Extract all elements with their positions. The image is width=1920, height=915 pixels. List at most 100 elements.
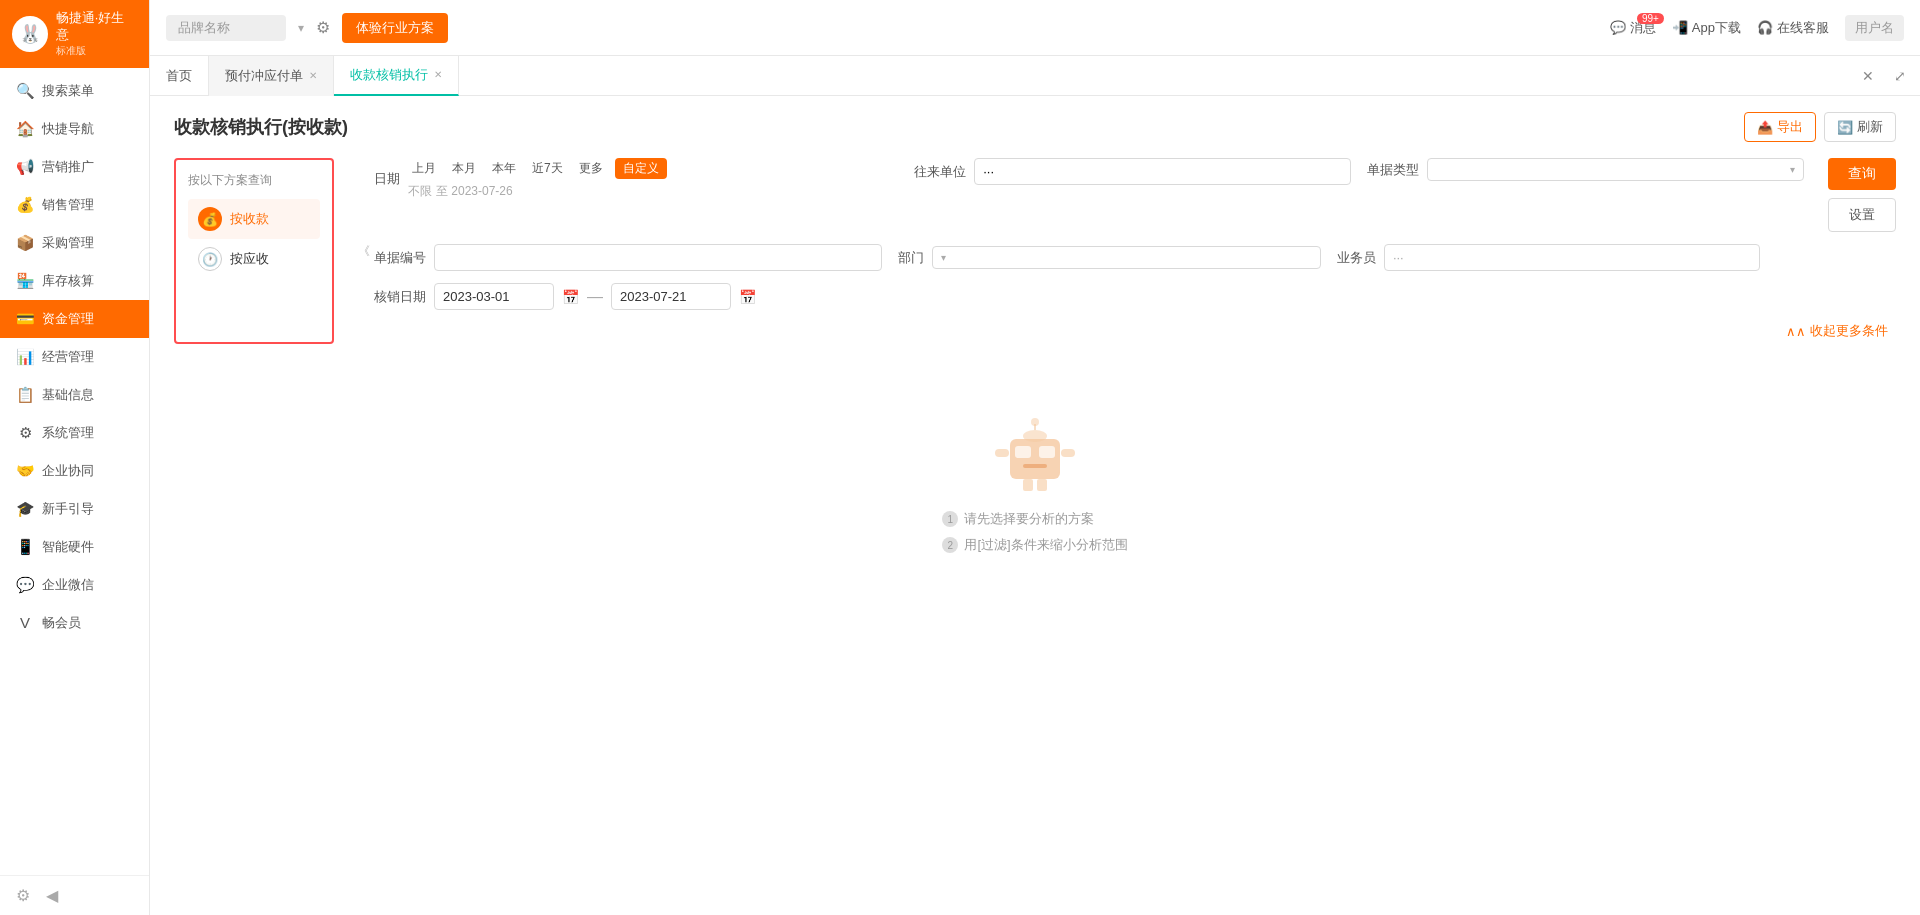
sidebar-label-inventory: 库存核算 [42,272,94,290]
sidebar-item-guide[interactable]: 🎓新手引导 [0,490,149,528]
date-this-year[interactable]: 本年 [488,158,520,179]
partner-select[interactable]: ··· [974,158,1351,185]
writeoff-start-calendar-icon[interactable]: 📅 [562,289,579,305]
sidebar-item-funds[interactable]: 💳资金管理 [0,300,149,338]
topbar-gear-icon[interactable]: ⚙ [316,18,330,37]
message-badge: 99+ [1637,13,1664,24]
tab-prepay[interactable]: 预付冲应付单 ✕ [209,56,334,96]
app-download-action[interactable]: 📲 App下载 [1672,19,1741,37]
app-label: App下载 [1692,19,1741,37]
sidebar-label-marketing: 营销推广 [42,158,94,176]
writeoff-end-calendar-icon[interactable]: 📅 [739,289,756,305]
purchase-icon: 📦 [16,234,34,252]
tab-prepay-close[interactable]: ✕ [309,70,317,81]
app-icon: 📲 [1672,20,1688,35]
close-tab-icon[interactable]: ✕ [1856,64,1880,88]
sidebar-item-hardware[interactable]: 📱智能硬件 [0,528,149,566]
wechat-icon: 💬 [16,576,34,594]
empty-state: 1 请先选择要分析的方案 2 用[过滤]条件来缩小分析范围 [174,344,1896,614]
sales-icon: 💰 [16,196,34,214]
filter-option-receipt[interactable]: 💰 按收款 [188,199,320,239]
topbar-actions: 💬 消息 99+ 📲 App下载 🎧 在线客服 用户名 [1610,15,1904,41]
sidebar-item-sales[interactable]: 💰销售管理 [0,186,149,224]
sidebar-item-marketing[interactable]: 📢 营销推广 [0,148,149,186]
filter-fields-area: 日期 上月 本月 本年 近7天 更多 自定义 [374,158,1896,344]
writeoff-start-input[interactable] [434,283,554,310]
staff-label: 业务员 [1337,249,1376,267]
doc-num-input[interactable] [434,244,882,271]
collapse-more-button[interactable]: ∧∧ 收起更多条件 [1778,318,1896,344]
svg-rect-5 [1061,449,1075,457]
message-action[interactable]: 💬 消息 99+ [1610,19,1656,37]
export-icon: 📤 [1757,120,1773,135]
empty-num-2: 2 [942,537,958,553]
sidebar-item-operations[interactable]: 📊经营管理 [0,338,149,376]
sidebar-item-member[interactable]: V 畅会员 [0,604,149,642]
sidebar-item-inventory[interactable]: 🏪 库存核算 [0,262,149,300]
sidebar-item-basic[interactable]: 📋基础信息 [0,376,149,414]
filter-scheme-title: 按以下方案查询 [188,172,320,189]
tab-writeoff[interactable]: 收款核销执行 ✕ [334,56,459,96]
dept-select[interactable]: ▾ [932,246,1321,269]
filter-option-receivable[interactable]: 🕐 按应收 [188,239,320,279]
sidebar-item-purchase[interactable]: 📦采购管理 [0,224,149,262]
hardware-icon: 📱 [16,538,34,556]
doc-type-select[interactable]: ▾ [1427,158,1804,181]
refresh-button[interactable]: 🔄 刷新 [1824,112,1896,142]
page-title: 收款核销执行(按收款) [174,115,348,139]
sidebar-label-enterprise: 企业协同 [42,462,94,480]
system-icon: ⚙ [16,424,34,442]
tab-writeoff-close[interactable]: ✕ [434,69,442,80]
funds-icon: 💳 [16,310,34,328]
svg-point-10 [1031,418,1039,426]
writeoff-end-input[interactable] [611,283,731,310]
message-icon: 💬 [1610,20,1626,35]
member-icon: V [16,614,34,631]
panel-collapse-button[interactable]: 《 [354,158,374,344]
settings-button[interactable]: 设置 [1828,198,1896,232]
doc-type-label: 单据类型 [1367,161,1419,179]
staff-select[interactable]: ··· [1384,244,1760,271]
empty-text-1: 1 请先选择要分析的方案 [942,510,1127,528]
guide-icon: 🎓 [16,500,34,518]
sidebar-item-quicknav[interactable]: 🏠快捷导航 [0,110,149,148]
collapse-sidebar-icon[interactable]: ◀ [46,886,58,905]
solution-button[interactable]: 体验行业方案 [342,13,448,43]
date-7days[interactable]: 近7天 [528,158,567,179]
sidebar: 🐰 畅捷通·好生意 标准版 🔍搜索菜单 🏠快捷导航 📢 营销推广 💰销售管理 📦采… [0,0,150,915]
receivable-option-icon: 🕐 [198,247,222,271]
service-action[interactable]: 🎧 在线客服 [1757,19,1829,37]
query-buttons: 查询 设置 [1828,158,1896,232]
expand-tab-icon[interactable]: ⤢ [1888,64,1912,88]
basic-icon: 📋 [16,386,34,404]
date-this-month[interactable]: 本月 [448,158,480,179]
receipt-option-label: 按收款 [230,210,269,228]
sidebar-footer: ⚙ ◀ [0,875,149,915]
sidebar-item-wechat[interactable]: 💬企业微信 [0,566,149,604]
marketing-icon: 📢 [16,158,34,176]
inventory-icon: 🏪 [16,272,34,290]
sidebar-item-enterprise[interactable]: 🤝 企业协同 [0,452,149,490]
date-more[interactable]: 更多 [575,158,607,179]
query-button[interactable]: 查询 [1828,158,1896,190]
sidebar-item-search[interactable]: 🔍搜索菜单 [0,72,149,110]
topbar: 品牌名称 ▾ ⚙ 体验行业方案 💬 消息 99+ 📲 App下载 🎧 在线客服 … [150,0,1920,56]
svg-rect-6 [1023,479,1033,491]
empty-label-1: 请先选择要分析的方案 [964,510,1094,528]
tab-home[interactable]: 首页 [150,56,209,96]
settings-icon[interactable]: ⚙ [16,886,30,905]
empty-num-1: 1 [942,511,958,527]
date-custom[interactable]: 自定义 [615,158,667,179]
export-button[interactable]: 📤 导出 [1744,112,1816,142]
enterprise-icon: 🤝 [16,462,34,480]
home-icon: 🏠 [16,120,34,138]
page-header: 收款核销执行(按收款) 📤 导出 🔄 刷新 [174,112,1896,142]
sidebar-item-system[interactable]: ⚙系统管理 [0,414,149,452]
date-last-month[interactable]: 上月 [408,158,440,179]
topbar-brand: 品牌名称 [166,15,286,41]
svg-rect-4 [995,449,1009,457]
sidebar-label-member: 畅会员 [42,614,81,632]
sidebar-logo: 🐰 畅捷通·好生意 标准版 [0,0,149,68]
receipt-option-icon: 💰 [198,207,222,231]
logo-text: 畅捷通·好生意 [56,10,137,44]
